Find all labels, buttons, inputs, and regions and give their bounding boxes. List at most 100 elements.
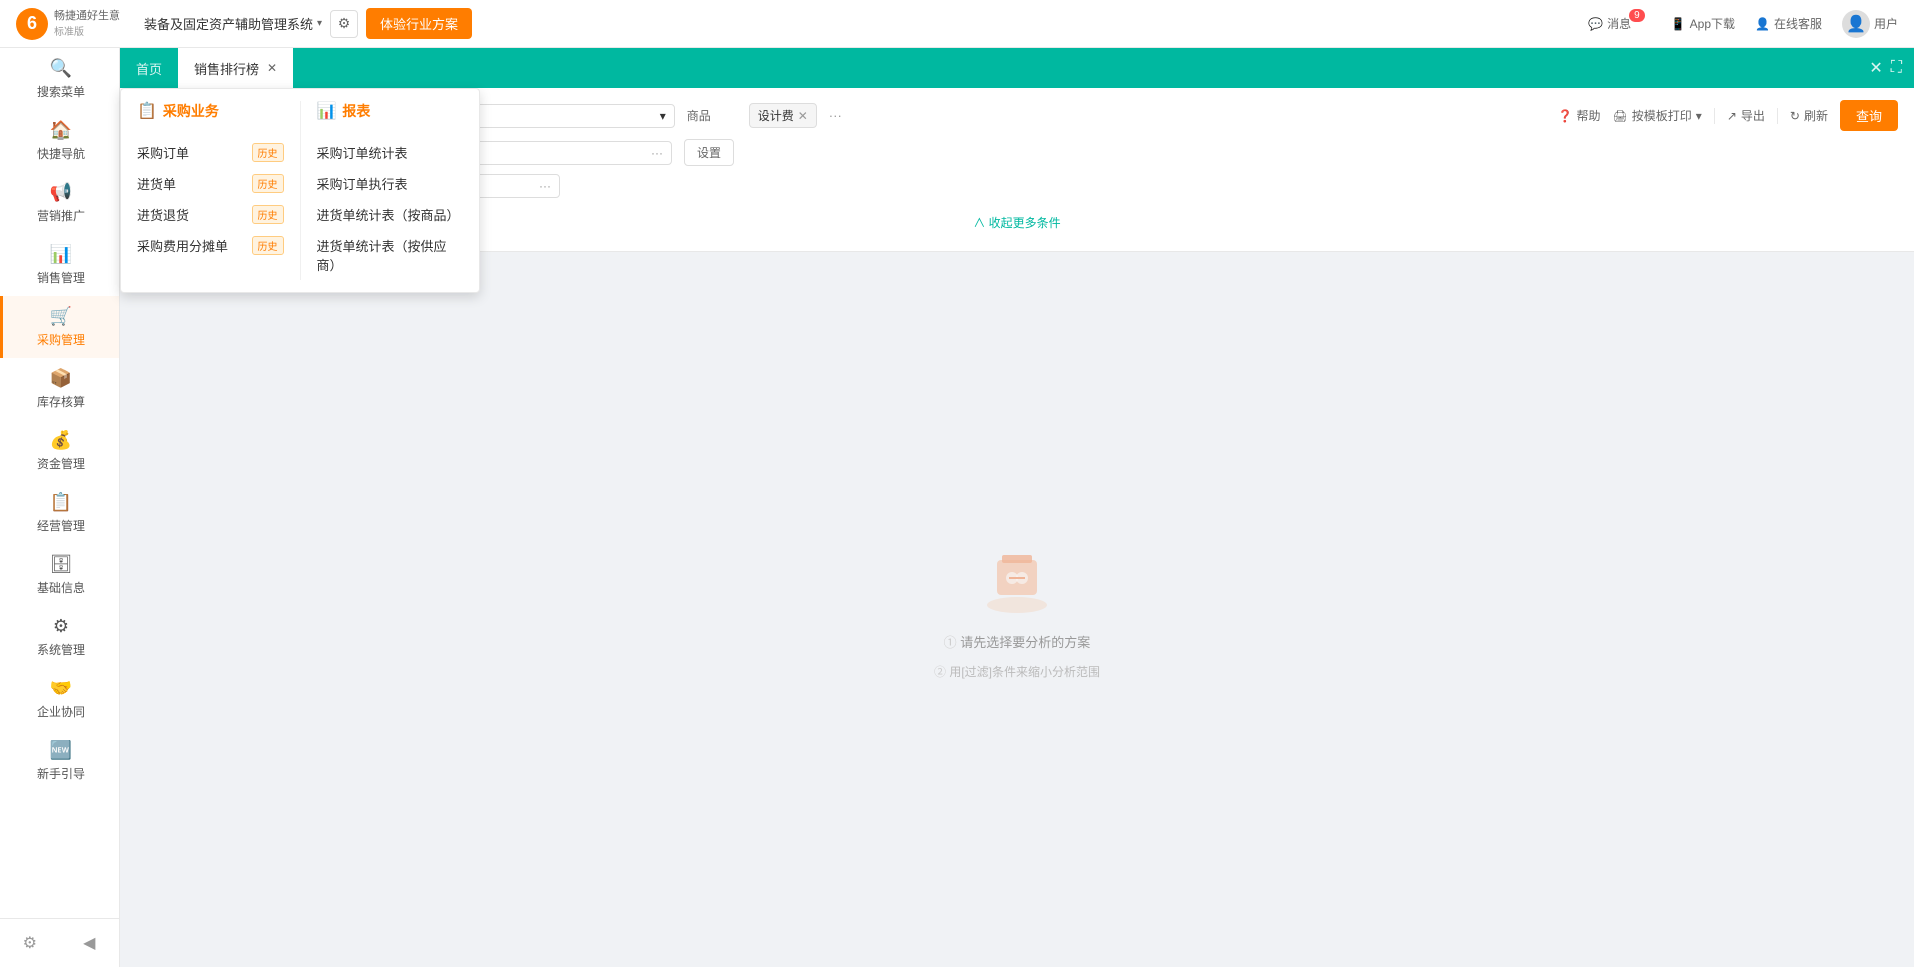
sidebar-settings-btn[interactable]: ⚙	[0, 927, 60, 959]
export-icon: ↗	[1727, 109, 1737, 123]
system-title-area: 装备及固定资产辅助管理系统 ▾ ⚙ 体验行业方案	[144, 8, 1588, 39]
search-icon: 🔍	[50, 58, 72, 79]
collapse-label: 收起更多条件	[989, 216, 1061, 230]
tab-bar: 首页 销售排行榜 ✕ ✕ ⛶	[120, 48, 1914, 88]
sidebar-item-operation[interactable]: 📋 经营管理	[0, 482, 119, 544]
tab-close-window-icon[interactable]: ✕	[1869, 58, 1882, 78]
message-label: 消息	[1607, 15, 1631, 32]
system-icon: ⚙	[53, 616, 69, 637]
menu-item-order-exec[interactable]: 采购订单执行表	[317, 168, 464, 199]
empty-illustration	[977, 540, 1057, 620]
system-dropdown[interactable]: 装备及固定资产辅助管理系统 ▾	[144, 14, 322, 33]
tab-sales-rank-label: 销售排行榜	[194, 59, 259, 78]
toolbar-right: ❓ 帮助 🖨 按模板打印 ▾ ↗ 导出 ↻	[1558, 100, 1898, 131]
home-icon: 🏠	[50, 120, 72, 141]
operation-icon: 📋	[50, 492, 72, 513]
sidebar-item-base[interactable]: 🗄 基础信息	[0, 544, 119, 606]
sidebar-item-guide[interactable]: 🆕 新手引导	[0, 730, 119, 792]
salesperson-select[interactable]: ···	[472, 141, 672, 165]
purchase-business-col: 📋 采购业务 采购订单 历史 进货单 历史 进货退货 历史 采购费用分摊单 历史	[121, 101, 300, 280]
app-download-button[interactable]: 📱 App下载	[1671, 15, 1735, 32]
menu-columns: 📋 采购业务 采购订单 历史 进货单 历史 进货退货 历史 采购费用分摊单 历史	[121, 101, 479, 280]
sidebar-item-label: 快捷导航	[37, 145, 85, 162]
purchase-col-title: 采购业务	[163, 101, 219, 121]
purchase-col-header: 📋 采购业务	[137, 101, 284, 127]
sidebar-item-label: 营销推广	[37, 207, 85, 224]
message-badge: 9	[1629, 9, 1645, 22]
tab-home[interactable]: 首页	[120, 48, 178, 88]
settings-button[interactable]: ⚙	[330, 10, 358, 38]
sidebar-item-label: 销售管理	[37, 269, 85, 286]
menu-item-return[interactable]: 进货退货 历史	[137, 199, 284, 230]
empty-tip1: ① 请先选择要分析的方案	[944, 632, 1091, 651]
sidebar-item-label: 系统管理	[37, 641, 85, 658]
tab-fullscreen-icon[interactable]: ⛶	[1891, 59, 1902, 77]
sidebar-item-sales[interactable]: 📊 销售管理	[0, 234, 119, 296]
tab-close-icon[interactable]: ✕	[267, 61, 277, 75]
divider	[1714, 108, 1715, 124]
sidebar-bottom: ⚙ ◀	[0, 918, 119, 967]
menu-item-order-stat[interactable]: 采购订单统计表	[317, 137, 464, 168]
guide-icon: 🆕	[50, 740, 72, 761]
menu-item-stock-in[interactable]: 进货单 历史	[137, 168, 284, 199]
sidebar-item-finance[interactable]: 💰 资金管理	[0, 420, 119, 482]
chevron-down-icon: ▾	[660, 109, 666, 123]
sidebar-item-label: 库存核算	[37, 393, 85, 410]
export-button[interactable]: ↗ 导出	[1727, 107, 1765, 124]
menu-item-purchase-order[interactable]: 采购订单 历史	[137, 137, 284, 168]
set-button[interactable]: 设置	[684, 139, 734, 166]
online-service-button[interactable]: 👤 在线客服	[1755, 15, 1822, 32]
sidebar-item-inventory[interactable]: 📦 库存核算	[0, 358, 119, 420]
empty-tip2: ② 用[过滤]条件来缩小分析范围	[934, 663, 1100, 680]
salesperson-dots[interactable]: ···	[651, 146, 663, 160]
tab-actions: ✕ ⛶	[1857, 58, 1914, 78]
print-icon: 🖨	[1613, 109, 1628, 123]
goods-tag-remove[interactable]: ✕	[798, 109, 808, 123]
sidebar-item-search[interactable]: 🔍 搜索菜单	[0, 48, 119, 110]
service-icon: 👤	[1755, 17, 1770, 31]
top-header: 6 畅捷通好生意 标准版 装备及固定资产辅助管理系统 ▾ ⚙ 体验行业方案 💬 …	[0, 0, 1914, 48]
refresh-label: 刷新	[1804, 107, 1828, 124]
sidebar-item-marketing[interactable]: 📢 营销推广	[0, 172, 119, 234]
tab-sales-rank[interactable]: 销售排行榜 ✕	[178, 48, 293, 88]
sidebar-item-label: 新手引导	[37, 765, 85, 782]
sidebar-item-system[interactable]: ⚙ 系统管理	[0, 606, 119, 668]
menu-item-stock-by-goods[interactable]: 进货单统计表（按商品）	[317, 199, 464, 230]
sidebar-item-purchase[interactable]: 🛒 采购管理	[0, 296, 119, 358]
logo-text-block: 畅捷通好生意 标准版	[54, 9, 120, 38]
sidebar-item-label: 资金管理	[37, 455, 85, 472]
menu-item-expense[interactable]: 采购费用分摊单 历史	[137, 230, 284, 261]
user-label: 用户	[1874, 15, 1898, 32]
print-label: 按模板打印	[1632, 107, 1692, 124]
sidebar: 🔍 搜索菜单 🏠 快捷导航 📢 营销推广 📊 销售管理 🛒 采购管理 📦 库存核…	[0, 48, 120, 967]
query-button[interactable]: 查询	[1840, 100, 1898, 131]
menu-item-label: 采购订单统计表	[317, 143, 408, 162]
purchase-icon: 🛒	[50, 306, 72, 327]
doc-status-select[interactable]: ▾	[475, 104, 675, 128]
base-icon: 🗄	[50, 554, 73, 575]
industry-button[interactable]: 体验行业方案	[366, 8, 472, 39]
sidebar-item-quick[interactable]: 🏠 快捷导航	[0, 110, 119, 172]
purchase-col-icon: 📋	[137, 101, 157, 121]
message-button[interactable]: 💬 消息 9	[1588, 15, 1651, 32]
purchase-dropdown-menu: 📋 采购业务 采购订单 历史 进货单 历史 进货退货 历史 采购费用分摊单 历史	[120, 88, 480, 293]
sidebar-item-label: 采购管理	[37, 331, 85, 348]
refresh-button[interactable]: ↻ 刷新	[1790, 107, 1828, 124]
user-menu[interactable]: 👤 用户	[1842, 10, 1898, 38]
sidebar-collapse-btn[interactable]: ◀	[60, 927, 120, 959]
menu-item-stock-by-supplier[interactable]: 进货单统计表（按供应商）	[317, 230, 464, 280]
report-col-title: 报表	[342, 101, 370, 121]
header-right: 💬 消息 9 📱 App下载 👤 在线客服 👤 用户	[1588, 10, 1898, 38]
sidebar-item-label: 搜索菜单	[37, 83, 85, 100]
customer-dots[interactable]: ···	[539, 179, 551, 193]
sidebar-item-label: 经营管理	[37, 517, 85, 534]
sidebar-item-label: 企业协同	[37, 703, 85, 720]
app-download-label: App下载	[1690, 15, 1735, 32]
goods-more-btn[interactable]: ···	[829, 108, 842, 123]
chevron-down-icon: ▾	[317, 18, 322, 29]
marketing-icon: 📢	[50, 182, 72, 203]
print-button[interactable]: 🖨 按模板打印 ▾	[1613, 107, 1702, 124]
print-chevron: ▾	[1696, 109, 1702, 123]
sidebar-item-coop[interactable]: 🤝 企业协同	[0, 668, 119, 730]
help-button[interactable]: ❓ 帮助	[1558, 107, 1601, 124]
